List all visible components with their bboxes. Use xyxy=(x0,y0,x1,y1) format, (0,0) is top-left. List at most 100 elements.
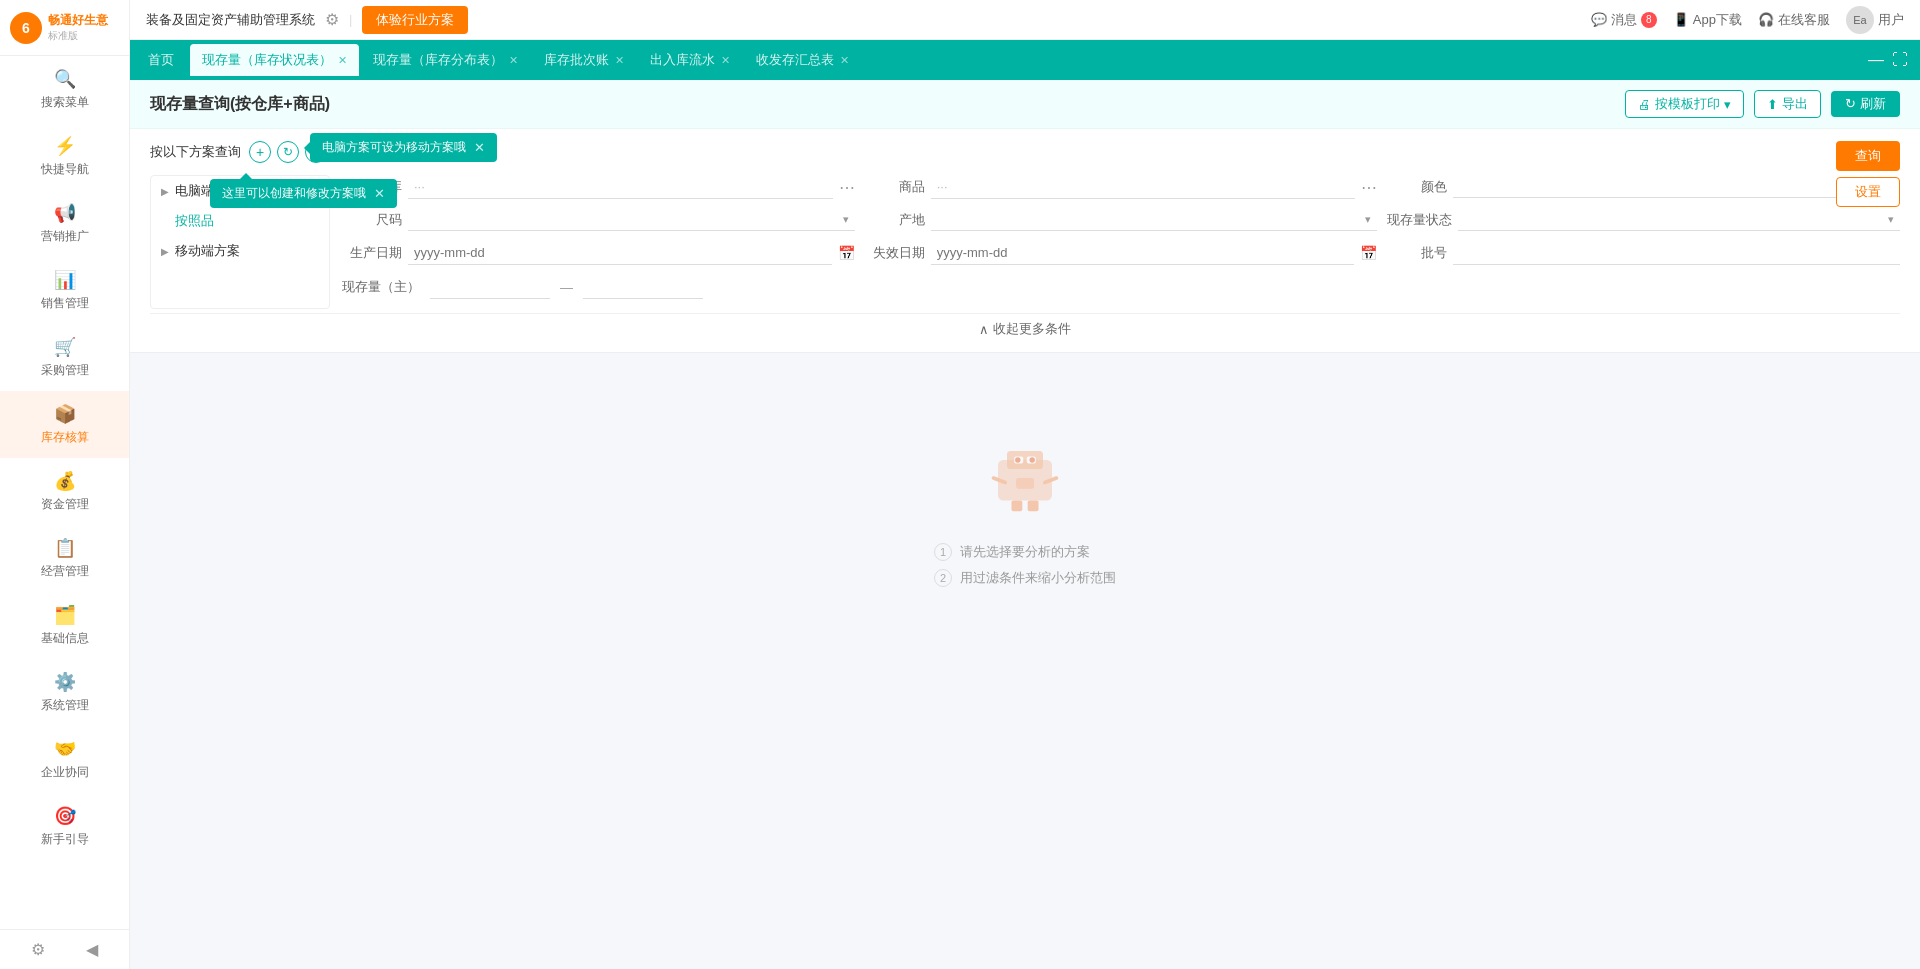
goods-field: 商品 ··· ⋯ xyxy=(865,175,1378,199)
tree-expand-icon: ▶ xyxy=(161,186,169,197)
svg-point-4 xyxy=(1015,457,1020,462)
expiry-date-input[interactable] xyxy=(931,241,1355,265)
warehouse-more-icon[interactable]: ⋯ xyxy=(839,178,855,197)
sidebar-item-search[interactable]: 🔍 搜索菜单 xyxy=(0,56,129,123)
tooltip-edit-close[interactable]: ✕ xyxy=(374,186,385,201)
set-btn[interactable]: 设置 xyxy=(1836,177,1900,207)
tab-batch-account[interactable]: 库存批次账 ✕ xyxy=(532,44,636,76)
expiry-date-field: 失效日期 📅 xyxy=(865,241,1378,265)
tab-maximize-icon[interactable]: ⛶ xyxy=(1892,51,1908,69)
target-icon: 🎯 xyxy=(54,805,76,827)
inventory-dash: — xyxy=(560,280,573,295)
flash-icon: ⚡ xyxy=(54,135,76,157)
export-icon: ⬆ xyxy=(1767,97,1778,112)
size-select[interactable]: ▾ xyxy=(408,209,855,231)
production-date-label: 生产日期 xyxy=(342,244,402,262)
sidebar-item-sales[interactable]: 📊 销售管理 xyxy=(0,257,129,324)
warehouse-dots: ··· xyxy=(414,179,425,194)
origin-chevron-icon: ▾ xyxy=(1365,213,1371,226)
tab-minimize-icon[interactable]: — xyxy=(1868,51,1884,69)
goods-more-icon[interactable]: ⋯ xyxy=(1361,178,1377,197)
sidebar-item-marketing[interactable]: 📢 营销推广 xyxy=(0,190,129,257)
avatar: Ea xyxy=(1846,6,1874,34)
inv-status-select[interactable]: ▾ xyxy=(1458,209,1900,231)
tab-close-inventory-status[interactable]: ✕ xyxy=(338,54,347,67)
tooltip-scheme-close[interactable]: ✕ xyxy=(474,140,485,155)
refresh-scheme-btn[interactable]: ↻ xyxy=(277,141,299,163)
collapse-btn[interactable]: ∧ 收起更多条件 xyxy=(979,320,1071,338)
query-btn[interactable]: 查询 xyxy=(1836,141,1900,171)
sidebar-item-system[interactable]: ⚙️ 系统管理 xyxy=(0,659,129,726)
tab-close-inventory-dist[interactable]: ✕ xyxy=(509,54,518,67)
sidebar-item-finance[interactable]: 💰 资金管理 xyxy=(0,458,129,525)
top-header: 装备及固定资产辅助管理系统 ⚙ | 体验行业方案 💬 消息 8 📱 App下载 … xyxy=(130,0,1920,40)
inv-status-field: 现存量状态 ▾ xyxy=(1387,209,1900,231)
sidebar-item-quicknav[interactable]: ⚡ 快捷导航 xyxy=(0,123,129,190)
user-item[interactable]: Ea 用户 xyxy=(1846,6,1904,34)
megaphone-icon: 📢 xyxy=(54,202,76,224)
inventory-main-from[interactable] xyxy=(430,275,550,299)
origin-field: 产地 ▾ xyxy=(865,209,1378,231)
sidebar-item-inventory[interactable]: 📦 库存核算 xyxy=(0,391,129,458)
sidebar-item-basic[interactable]: 🗂️ 基础信息 xyxy=(0,592,129,659)
collapse-sidebar-icon[interactable]: ◀ xyxy=(86,940,98,959)
header-right: 💬 消息 8 📱 App下载 🎧 在线客服 Ea 用户 xyxy=(1591,6,1904,34)
refresh-icon: ↻ xyxy=(1845,96,1856,111)
tab-bar: 首页 现存量（库存状况表） ✕ 现存量（库存分布表） ✕ 库存批次账 ✕ 出入库… xyxy=(130,40,1920,80)
tab-inventory-status[interactable]: 现存量（库存状况表） ✕ xyxy=(190,44,359,76)
tab-close-recv-summary[interactable]: ✕ xyxy=(840,54,849,67)
tab-recv-summary[interactable]: 收发存汇总表 ✕ xyxy=(744,44,861,76)
production-date-calendar-icon[interactable]: 📅 xyxy=(838,245,855,261)
goods-label: 商品 xyxy=(865,178,925,196)
template-print-btn[interactable]: 🖨 按模板打印 ▾ xyxy=(1625,90,1744,118)
gear-icon: ⚙️ xyxy=(54,671,76,693)
export-btn[interactable]: ⬆ 导出 xyxy=(1754,90,1821,118)
inv-status-label: 现存量状态 xyxy=(1387,211,1452,229)
settings-bottom-icon[interactable]: ⚙ xyxy=(31,940,45,959)
step-1-num: 1 xyxy=(934,543,952,561)
goods-select[interactable]: ··· xyxy=(931,175,1356,199)
origin-select[interactable]: ▾ xyxy=(931,209,1378,231)
online-support-item[interactable]: 🎧 在线客服 xyxy=(1758,11,1830,29)
tree-desktop-child1[interactable]: 按照品 xyxy=(151,206,329,236)
trial-btn[interactable]: 体验行业方案 xyxy=(362,6,468,34)
sidebar-bottom: ⚙ ◀ xyxy=(0,929,129,969)
tab-inventory-dist[interactable]: 现存量（库存分布表） ✕ xyxy=(361,44,530,76)
tab-close-batch-account[interactable]: ✕ xyxy=(615,54,624,67)
tooltip-edit: 这里可以创建和修改方案哦 ✕ xyxy=(210,179,397,208)
notification-item[interactable]: 💬 消息 8 xyxy=(1591,11,1657,29)
sidebar-item-newbie[interactable]: 🎯 新手引导 xyxy=(0,793,129,860)
phone-icon: 📱 xyxy=(1673,12,1689,27)
expiry-date-calendar-icon[interactable]: 📅 xyxy=(1360,245,1377,261)
system-name: 装备及固定资产辅助管理系统 xyxy=(146,11,315,29)
svg-rect-10 xyxy=(1028,501,1039,512)
handshake-icon: 🤝 xyxy=(54,738,76,760)
sidebar: 6 畅通好生意 标准版 🔍 搜索菜单 ⚡ 快捷导航 📢 营销推广 📊 销售管理 … xyxy=(0,0,130,969)
production-date-input[interactable] xyxy=(408,241,832,265)
inventory-main-to[interactable] xyxy=(583,275,703,299)
tab-home[interactable]: 首页 xyxy=(134,44,188,76)
batch-input[interactable] xyxy=(1453,241,1900,265)
sidebar-item-operations[interactable]: 📋 经营管理 xyxy=(0,525,129,592)
tab-inout-flow[interactable]: 出入库流水 ✕ xyxy=(638,44,742,76)
size-label: 尺码 xyxy=(342,211,402,229)
chart-icon: 📊 xyxy=(54,269,76,291)
settings-icon[interactable]: ⚙ xyxy=(325,10,339,29)
add-scheme-btn[interactable]: + xyxy=(249,141,271,163)
warehouse-select[interactable]: ··· xyxy=(408,175,833,199)
box-icon: 📦 xyxy=(54,403,76,425)
collapse-bar: ∧ 收起更多条件 xyxy=(150,313,1900,344)
refresh-btn[interactable]: ↻ 刷新 xyxy=(1831,91,1900,117)
tab-close-inout-flow[interactable]: ✕ xyxy=(721,54,730,67)
empty-step-1: 1 请先选择要分析的方案 xyxy=(934,543,1116,561)
empty-steps: 1 请先选择要分析的方案 2 用过滤条件来缩小分析范围 xyxy=(934,543,1116,587)
app-download-item[interactable]: 📱 App下载 xyxy=(1673,11,1742,29)
sidebar-logo: 6 畅通好生意 标准版 xyxy=(0,0,129,56)
sidebar-item-enterprise[interactable]: 🤝 企业协同 xyxy=(0,726,129,793)
color-select[interactable]: ▾ xyxy=(1453,176,1900,198)
sidebar-item-purchase[interactable]: 🛒 采购管理 xyxy=(0,324,129,391)
tree-mobile[interactable]: ▶ 移动端方案 xyxy=(151,236,329,266)
page-header: 现存量查询(按仓库+商品) 🖨 按模板打印 ▾ ⬆ 导出 ↻ 刷新 xyxy=(130,80,1920,129)
filter-row-1: 仓库 ··· ⋯ 商品 ··· ⋯ xyxy=(342,175,1900,199)
folder-icon: 🗂️ xyxy=(54,604,76,626)
